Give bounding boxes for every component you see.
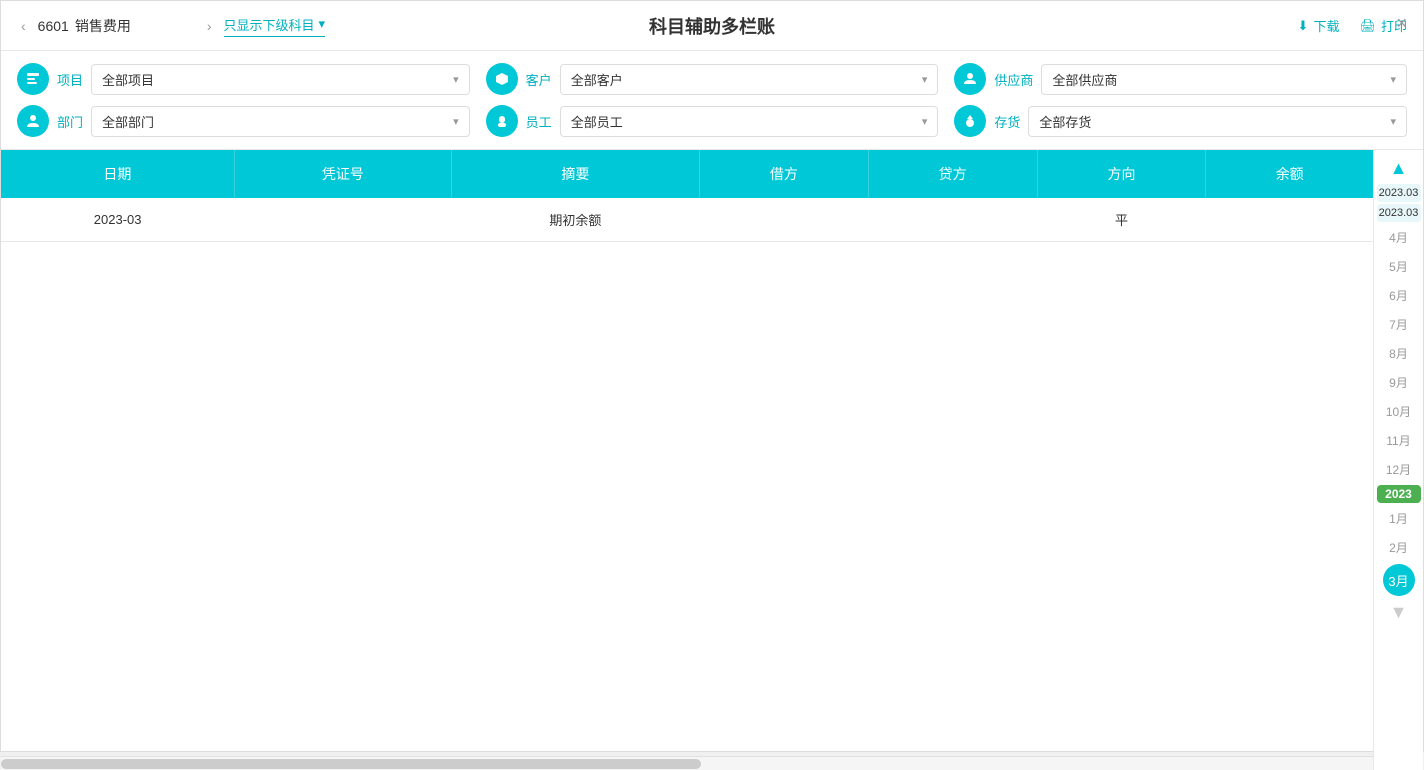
title-bar: ‹ 6601 › 只显示下级科目 ▾ 科目辅助多栏账 ⬇ 下载 🖨 打印 × (1, 1, 1423, 51)
sidebar-month-1[interactable]: 1月 (1377, 505, 1421, 532)
supplier-label: 供应商 (994, 70, 1033, 89)
col-balance: 余额 (1206, 150, 1373, 198)
chevron-down-icon: ▾ (319, 16, 326, 32)
project-icon (17, 63, 49, 95)
project-value: 全部项目 (102, 70, 154, 89)
prev-arrow[interactable]: ‹ (17, 16, 30, 36)
filter-employee: 员工 全部员工 ▾ (486, 105, 939, 137)
col-summary: 摘要 (451, 150, 699, 198)
sidebar-month-10[interactable]: 10月 (1377, 398, 1421, 425)
sidebar-month-8[interactable]: 8月 (1377, 340, 1421, 367)
account-name-input[interactable] (75, 18, 195, 34)
col-date: 日期 (1, 150, 234, 198)
account-code-text: 6601 (38, 18, 69, 34)
project-chevron: ▾ (453, 73, 459, 86)
account-code-area: 6601 (38, 18, 195, 34)
inventory-chevron: ▾ (1390, 115, 1396, 128)
page-title: 科目辅助多栏账 (649, 13, 775, 39)
cell-credit (868, 198, 1037, 242)
sidebar-date-2023-03-1[interactable]: 2023.03 (1377, 184, 1421, 202)
main-window: ‹ 6601 › 只显示下级科目 ▾ 科目辅助多栏账 ⬇ 下载 🖨 打印 × (0, 0, 1424, 752)
sidebar-up-arrow[interactable]: ▲ (1386, 154, 1412, 183)
filter-department: 部门 全部部门 ▾ (17, 105, 470, 137)
supplier-icon (954, 63, 986, 95)
department-label: 部门 (57, 112, 83, 131)
customer-value: 全部客户 (571, 70, 623, 89)
sidebar-date-2023-03-2[interactable]: 2023.03 (1377, 204, 1421, 222)
title-actions: ⬇ 下载 🖨 打印 × (1298, 16, 1407, 35)
show-sub-label: 只显示下级科目 (224, 15, 315, 34)
close-button[interactable]: × (1396, 13, 1407, 34)
employee-chevron: ▾ (922, 115, 928, 128)
title-left: ‹ 6601 › 只显示下级科目 ▾ (17, 15, 325, 37)
inventory-icon (954, 105, 986, 137)
customer-label: 客户 (526, 70, 552, 89)
supplier-select[interactable]: 全部供应商 ▾ (1041, 64, 1407, 95)
filter-project: 项目 全部项目 ▾ (17, 63, 470, 95)
sidebar-month-11[interactable]: 11月 (1377, 427, 1421, 454)
customer-chevron: ▾ (922, 73, 928, 86)
inventory-value: 全部存货 (1039, 112, 1091, 131)
cell-debit (699, 198, 868, 242)
table-scroll-area[interactable]: 日期 凭证号 摘要 借方 贷方 方向 余额 2023-03 (1, 150, 1373, 756)
scroll-thumb[interactable] (1, 759, 701, 769)
col-voucher: 凭证号 (234, 150, 451, 198)
col-credit: 贷方 (868, 150, 1037, 198)
horizontal-scrollbar[interactable] (1, 756, 1373, 770)
content-area: 日期 凭证号 摘要 借方 贷方 方向 余额 2023-03 (1, 150, 1423, 770)
customer-select[interactable]: 全部客户 ▾ (560, 64, 939, 95)
sidebar-month-7[interactable]: 7月 (1377, 311, 1421, 338)
department-value: 全部部门 (102, 112, 154, 131)
table-header-row: 日期 凭证号 摘要 借方 贷方 方向 余额 (1, 150, 1373, 198)
table-container: 日期 凭证号 摘要 借方 贷方 方向 余额 2023-03 (1, 150, 1373, 770)
sidebar-down-arrow[interactable]: ▼ (1386, 598, 1412, 627)
department-chevron: ▾ (453, 115, 459, 128)
show-sub-toggle[interactable]: 只显示下级科目 ▾ (224, 15, 326, 37)
sidebar-year-2023[interactable]: 2023 (1377, 485, 1421, 503)
print-icon: 🖨 (1359, 18, 1376, 34)
sidebar-month-3-active[interactable]: 3月 (1383, 564, 1415, 596)
project-label: 项目 (57, 70, 83, 89)
employee-label: 员工 (526, 112, 552, 131)
download-label: 下载 (1313, 16, 1339, 35)
department-select[interactable]: 全部部门 ▾ (91, 106, 470, 137)
filter-bar: 项目 全部项目 ▾ 客户 全部客户 ▾ (1, 51, 1423, 150)
sidebar-month-12[interactable]: 12月 (1377, 456, 1421, 483)
sidebar-month-5[interactable]: 5月 (1377, 253, 1421, 280)
download-button[interactable]: ⬇ 下载 (1298, 16, 1340, 35)
sidebar-month-6[interactable]: 6月 (1377, 282, 1421, 309)
employee-value: 全部员工 (571, 112, 623, 131)
employee-select[interactable]: 全部员工 ▾ (560, 106, 939, 137)
cell-voucher (234, 198, 451, 242)
download-icon: ⬇ (1298, 18, 1309, 34)
col-direction: 方向 (1037, 150, 1206, 198)
filter-customer: 客户 全部客户 ▾ (486, 63, 939, 95)
project-select[interactable]: 全部项目 ▾ (91, 64, 470, 95)
inventory-label: 存货 (994, 112, 1020, 131)
customer-icon (486, 63, 518, 95)
supplier-chevron: ▾ (1390, 73, 1396, 86)
cell-balance (1206, 198, 1373, 242)
department-icon (17, 105, 49, 137)
filter-supplier: 供应商 全部供应商 ▾ (954, 63, 1407, 95)
cell-direction: 平 (1037, 198, 1206, 242)
cell-date: 2023-03 (1, 198, 234, 242)
col-debit: 借方 (699, 150, 868, 198)
sidebar-month-2[interactable]: 2月 (1377, 534, 1421, 561)
next-arrow[interactable]: › (203, 16, 216, 36)
right-sidebar: ▲ 2023.03 2023.03 4月 5月 6月 7月 8月 9月 10月 … (1373, 150, 1423, 770)
cell-summary: 期初余额 (451, 198, 699, 242)
ledger-table: 日期 凭证号 摘要 借方 贷方 方向 余额 2023-03 (1, 150, 1373, 242)
inventory-select[interactable]: 全部存货 ▾ (1028, 106, 1407, 137)
filter-row-1: 项目 全部项目 ▾ 客户 全部客户 ▾ (17, 63, 1407, 95)
filter-row-2: 部门 全部部门 ▾ 员工 全部员工 ▾ (17, 105, 1407, 137)
employee-icon (486, 105, 518, 137)
table-row: 2023-03 期初余额 平 (1, 198, 1373, 242)
sidebar-month-9[interactable]: 9月 (1377, 369, 1421, 396)
sidebar-month-4[interactable]: 4月 (1377, 224, 1421, 251)
filter-inventory: 存货 全部存货 ▾ (954, 105, 1407, 137)
supplier-value: 全部供应商 (1052, 70, 1117, 89)
